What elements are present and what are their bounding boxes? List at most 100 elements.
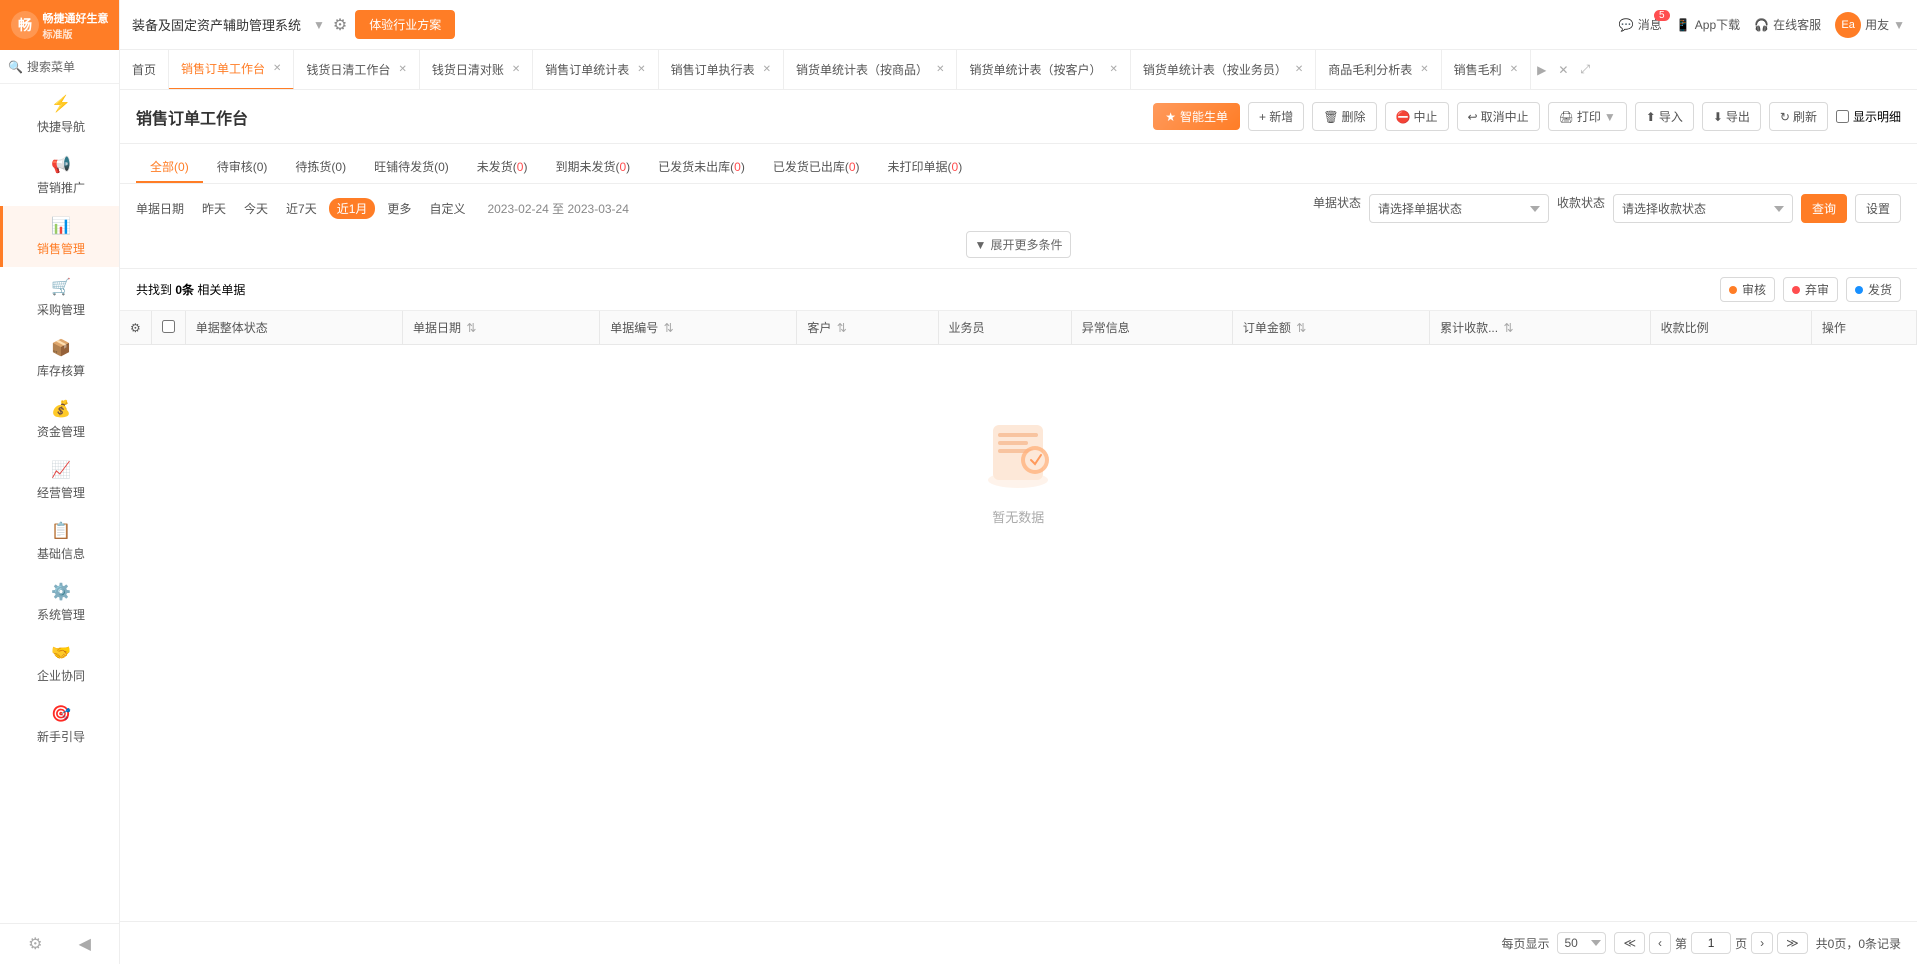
page-input[interactable] xyxy=(1691,932,1731,954)
add-btn[interactable]: + 新增 xyxy=(1248,102,1304,131)
tab-close-icon[interactable]: ✕ xyxy=(398,64,406,75)
tab-sales-workbench[interactable]: 销售订单工作台 ✕ xyxy=(169,50,294,90)
sidebar-item-operation[interactable]: 📈 经营管理 xyxy=(0,450,119,511)
tab-close-icon[interactable]: ✕ xyxy=(936,64,944,75)
tab-home[interactable]: 首页 xyxy=(120,50,169,90)
sub-tab-not-shipped[interactable]: 未发货(0) xyxy=(463,152,542,183)
stop-icon: ⛔ xyxy=(1396,110,1411,124)
sub-tab-wangpu[interactable]: 旺铺待发货(0) xyxy=(360,152,463,183)
sidebar-item-marketing[interactable]: 📢 营销推广 xyxy=(0,145,119,206)
th-amount[interactable]: 订单金额 ⇅ xyxy=(1232,311,1429,345)
sidebar-item-quick-nav[interactable]: ⚡ 快捷导航 xyxy=(0,84,119,145)
show-detail-label[interactable]: 显示明细 xyxy=(1836,108,1901,125)
prev-page-btn[interactable]: ‹ xyxy=(1649,932,1671,954)
sales-icon: 📊 xyxy=(51,216,71,236)
status-filter-select[interactable]: 请选择单据状态 xyxy=(1369,194,1549,223)
collapse-icon[interactable]: ◀ xyxy=(79,934,91,954)
query-btn[interactable]: 查询 xyxy=(1801,194,1847,223)
show-detail-checkbox[interactable] xyxy=(1836,110,1849,123)
last-page-btn[interactable]: ≫ xyxy=(1777,932,1808,954)
ship-btn[interactable]: 发货 xyxy=(1846,277,1901,302)
table-body: 暂无数据 xyxy=(120,345,1917,587)
date-opt-custom[interactable]: 自定义 xyxy=(423,198,471,219)
column-settings-icon[interactable]: ⚙ xyxy=(130,321,141,335)
tab-close-icon[interactable]: ✕ xyxy=(273,63,281,74)
col-label: 客户 xyxy=(807,321,831,335)
tab-close-icon[interactable]: ✕ xyxy=(1295,64,1303,75)
tab-close-icon[interactable]: ✕ xyxy=(1420,64,1428,75)
tab-sales-stat[interactable]: 销售订单统计表 ✕ xyxy=(533,50,658,90)
date-opt-today[interactable]: 今天 xyxy=(238,198,274,219)
import-btn[interactable]: ⬆ 导入 xyxy=(1635,102,1694,131)
tab-close-icon[interactable]: ✕ xyxy=(1109,64,1117,75)
sub-tab-shipped-not-out[interactable]: 已发货未出库(0) xyxy=(644,152,759,183)
online-service-item[interactable]: 🎧 在线客服 xyxy=(1754,16,1821,33)
sub-tab-pending-inspect[interactable]: 待拣货(0) xyxy=(281,152,360,183)
sub-tab-pending-review[interactable]: 待审核(0) xyxy=(203,152,282,183)
sub-tab-overdue-ship[interactable]: 到期未发货(0) xyxy=(541,152,644,183)
select-all-checkbox[interactable] xyxy=(162,320,175,333)
industry-btn[interactable]: 体验行业方案 xyxy=(355,10,455,39)
refresh-btn[interactable]: ↻ 刷新 xyxy=(1769,102,1828,131)
export-btn[interactable]: ⬇ 导出 xyxy=(1702,102,1761,131)
tab-sales-summary-staff[interactable]: 销货单统计表（按业务员） ✕ xyxy=(1131,50,1316,90)
tab-close-all[interactable]: ✕ xyxy=(1552,63,1574,77)
search-menu[interactable]: 🔍 搜索菜单 xyxy=(0,50,119,84)
tab-more[interactable]: ▶ xyxy=(1531,63,1552,77)
sidebar-item-finance[interactable]: 💰 资金管理 xyxy=(0,389,119,450)
sidebar-item-guide[interactable]: 🎯 新手引导 xyxy=(0,694,119,755)
date-opt-7days[interactable]: 近7天 xyxy=(280,198,323,219)
th-date[interactable]: 单据日期 ⇅ xyxy=(403,311,600,345)
revoke-btn[interactable]: 弃审 xyxy=(1783,277,1838,302)
delete-btn[interactable]: 🗑 删除 xyxy=(1312,102,1376,131)
tab-close-icon[interactable]: ✕ xyxy=(637,64,645,75)
th-customer[interactable]: 客户 ⇅ xyxy=(797,311,938,345)
topbar-settings-icon[interactable]: ⚙ xyxy=(333,15,347,35)
tab-cash-daily[interactable]: 钱货日清工作台 ✕ xyxy=(294,50,419,90)
sidebar-item-purchase[interactable]: 🛒 采购管理 xyxy=(0,267,119,328)
sub-tab-shipped-out[interactable]: 已发货已出库(0) xyxy=(759,152,874,183)
user-item[interactable]: Ea 用友 ▼ xyxy=(1835,12,1905,38)
th-settings[interactable]: ⚙ xyxy=(120,311,151,345)
cancel-stop-btn[interactable]: ↩ 取消中止 xyxy=(1457,102,1540,131)
th-checkbox[interactable] xyxy=(151,311,185,345)
sub-tab-not-printed[interactable]: 未打印单据(0) xyxy=(874,152,977,183)
sidebar-item-basic[interactable]: 📋 基础信息 xyxy=(0,511,119,572)
date-opt-yesterday[interactable]: 昨天 xyxy=(196,198,232,219)
tab-sales-gross[interactable]: 销售毛利 ✕ xyxy=(1442,50,1531,90)
topbar-dropdown-icon[interactable]: ▼ xyxy=(313,18,325,32)
date-opt-more[interactable]: 更多 xyxy=(381,198,417,219)
sidebar-item-inventory[interactable]: 📦 库存核算 xyxy=(0,328,119,389)
next-page-btn[interactable]: › xyxy=(1751,932,1773,954)
message-item[interactable]: 💬 消息 5 xyxy=(1619,16,1662,33)
first-page-btn[interactable]: ≪ xyxy=(1614,932,1645,954)
stop-btn[interactable]: ⛔ 中止 xyxy=(1385,102,1449,131)
review-btn[interactable]: 审核 xyxy=(1720,277,1775,302)
tab-close-icon[interactable]: ✕ xyxy=(512,64,520,75)
date-opt-1month[interactable]: 近1月 xyxy=(329,198,376,219)
sidebar-item-enterprise[interactable]: 🤝 企业协同 xyxy=(0,633,119,694)
tab-close-icon[interactable]: ✕ xyxy=(763,64,771,75)
tab-sales-summary-customer[interactable]: 销货单统计表（按客户） ✕ xyxy=(957,50,1130,90)
th-staff[interactable]: 业务员 xyxy=(938,311,1071,345)
tab-sales-summary-product[interactable]: 销货单统计表（按商品） ✕ xyxy=(784,50,957,90)
print-btn[interactable]: 🖨 打印 ▼ xyxy=(1548,102,1627,131)
sidebar-item-label: 快捷导航 xyxy=(37,118,85,135)
expand-filter-btn[interactable]: ▼ 展开更多条件 xyxy=(966,231,1072,258)
filter-settings-btn[interactable]: 设置 xyxy=(1855,194,1901,223)
tab-product-margin[interactable]: 商品毛利分析表 ✕ xyxy=(1316,50,1441,90)
th-accumulated[interactable]: 累计收款... ⇅ xyxy=(1430,311,1651,345)
app-download-item[interactable]: 📱 App下载 xyxy=(1676,16,1740,33)
per-page-select[interactable]: 50 100 200 xyxy=(1557,932,1606,954)
sidebar-item-sales[interactable]: 📊 销售管理 xyxy=(0,206,119,267)
tab-maximize[interactable]: ⤢ xyxy=(1574,62,1596,77)
sub-tab-all[interactable]: 全部(0) xyxy=(136,152,203,183)
tab-cash-reconcile[interactable]: 钱货日清对账 ✕ xyxy=(420,50,533,90)
pay-status-filter-select[interactable]: 请选择收款状态 xyxy=(1613,194,1793,223)
tab-sales-exec[interactable]: 销售订单执行表 ✕ xyxy=(659,50,784,90)
th-number[interactable]: 单据编号 ⇅ xyxy=(600,311,797,345)
sidebar-item-system[interactable]: ⚙️ 系统管理 xyxy=(0,572,119,633)
smart-generate-btn[interactable]: ★ 智能生单 xyxy=(1153,103,1240,130)
settings-icon[interactable]: ⚙ xyxy=(28,934,42,954)
tab-close-icon[interactable]: ✕ xyxy=(1510,64,1518,75)
